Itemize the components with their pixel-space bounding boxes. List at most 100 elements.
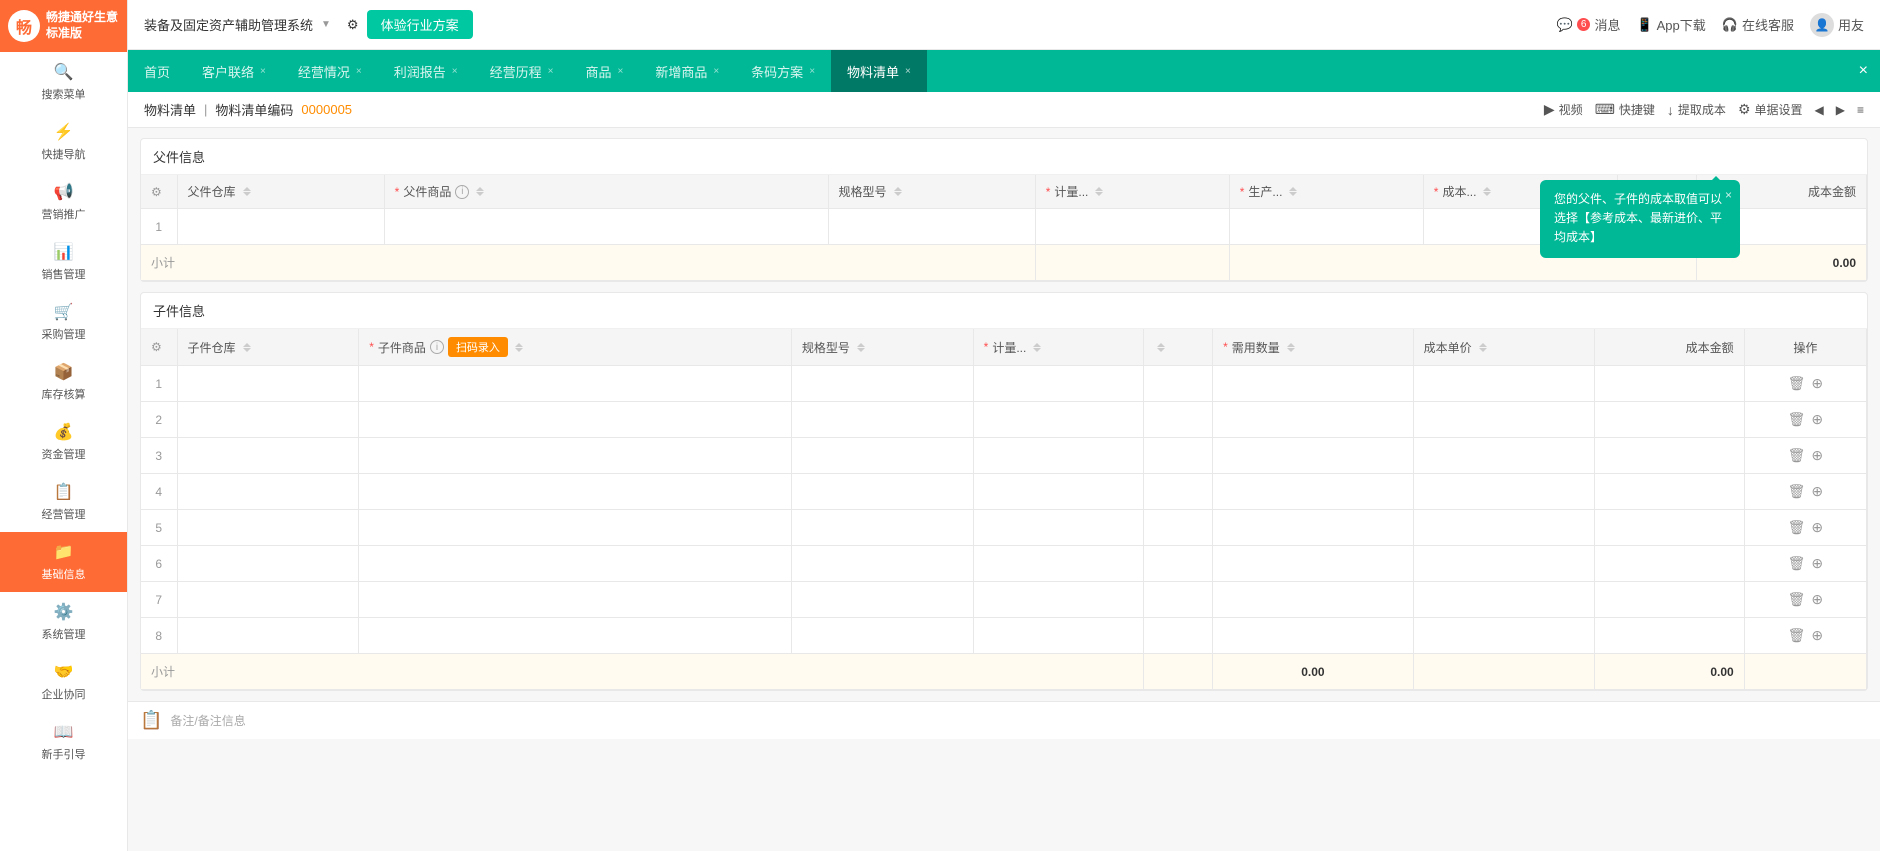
child-qty-cell[interactable]: [1213, 402, 1414, 438]
nav-tab-物料清单[interactable]: 物料清单×: [831, 50, 927, 92]
child-warehouse-cell[interactable]: [177, 402, 359, 438]
child-unit-price-cell[interactable]: [1413, 618, 1595, 654]
settings-icon[interactable]: ⚙: [347, 17, 359, 33]
parent-product-info-icon[interactable]: i: [455, 185, 469, 199]
online-service-btn[interactable]: 🎧 在线客服: [1722, 15, 1794, 34]
child-warehouse-cell[interactable]: [177, 474, 359, 510]
child-spec-cell[interactable]: [791, 366, 973, 402]
child-sort-warehouse-icon[interactable]: [243, 343, 251, 352]
parent-produce-cell[interactable]: [1229, 209, 1423, 245]
child-warehouse-cell[interactable]: [177, 510, 359, 546]
sort-warehouse-icon[interactable]: [243, 187, 251, 196]
child-qty-cell[interactable]: [1213, 438, 1414, 474]
child-spec-cell[interactable]: [791, 510, 973, 546]
message-btn[interactable]: 💬 6 消息: [1557, 15, 1621, 34]
extract-cost-btn[interactable]: ↓ 提取成本: [1667, 101, 1726, 118]
child-warehouse-cell[interactable]: [177, 438, 359, 474]
copy-row-icon[interactable]: ⊕: [1811, 411, 1823, 428]
child-product-cell[interactable]: [359, 546, 792, 582]
child-warehouse-cell[interactable]: [177, 546, 359, 582]
copy-row-icon[interactable]: ⊕: [1811, 483, 1823, 500]
nav-tab-条码方案[interactable]: 条码方案×: [735, 50, 831, 92]
layout-btn[interactable]: ≡: [1857, 103, 1864, 117]
tab-close-icon[interactable]: ×: [809, 66, 815, 77]
parent-product-cell[interactable]: [384, 209, 828, 245]
close-all-tabs-button[interactable]: ×: [1847, 62, 1880, 80]
child-warehouse-cell[interactable]: [177, 618, 359, 654]
child-product-info-icon[interactable]: i: [430, 340, 444, 354]
nav-next-btn[interactable]: ▶: [1836, 103, 1845, 117]
sidebar-item-operations[interactable]: 📋经营管理: [0, 472, 127, 532]
sort-spec-icon[interactable]: [894, 187, 902, 196]
tab-close-icon[interactable]: ×: [905, 66, 911, 77]
gear-icon[interactable]: ⚙: [151, 185, 162, 199]
child-sort-product-icon[interactable]: [515, 343, 523, 352]
delete-row-icon[interactable]: 🗑: [1788, 519, 1806, 536]
child-product-cell[interactable]: [359, 474, 792, 510]
sidebar-item-enterprise[interactable]: 🤝企业协同: [0, 652, 127, 712]
child-unit-price-cell[interactable]: [1413, 438, 1595, 474]
tab-close-icon[interactable]: ×: [548, 66, 554, 77]
sidebar-item-guide[interactable]: 📖新手引导: [0, 712, 127, 772]
child-extra-cell[interactable]: [1143, 366, 1212, 402]
tooltip-close-btn[interactable]: ×: [1725, 186, 1732, 205]
child-sort-unit-icon[interactable]: [1033, 343, 1041, 352]
delete-row-icon[interactable]: 🗑: [1788, 411, 1806, 428]
child-product-cell[interactable]: [359, 618, 792, 654]
child-spec-cell[interactable]: [791, 582, 973, 618]
child-qty-cell[interactable]: [1213, 546, 1414, 582]
sidebar-item-inventory[interactable]: 📦库存核算: [0, 352, 127, 412]
sidebar-item-marketing[interactable]: 📢营销推广: [0, 172, 127, 232]
child-qty-cell[interactable]: [1213, 474, 1414, 510]
parent-warehouse-cell[interactable]: [177, 209, 384, 245]
system-title-arrow[interactable]: ▼: [321, 19, 331, 30]
sidebar-item-sales[interactable]: 📊销售管理: [0, 232, 127, 292]
child-qty-cell[interactable]: [1213, 510, 1414, 546]
child-warehouse-cell[interactable]: [177, 366, 359, 402]
child-unit-price-cell[interactable]: [1413, 510, 1595, 546]
child-sort-spec-icon[interactable]: [857, 343, 865, 352]
nav-tab-商品[interactable]: 商品×: [569, 50, 639, 92]
child-unit-cell[interactable]: [973, 510, 1143, 546]
copy-row-icon[interactable]: ⊕: [1811, 447, 1823, 464]
sidebar-item-finance[interactable]: 💰资金管理: [0, 412, 127, 472]
scan-input-button[interactable]: 扫码录入: [448, 337, 508, 357]
tab-close-icon[interactable]: ×: [452, 66, 458, 77]
view-video-btn[interactable]: ▶ 视频: [1544, 101, 1583, 118]
child-product-cell[interactable]: [359, 510, 792, 546]
tab-close-icon[interactable]: ×: [260, 66, 266, 77]
child-qty-cell[interactable]: [1213, 618, 1414, 654]
child-qty-cell[interactable]: [1213, 582, 1414, 618]
sidebar-item-purchase[interactable]: 🛒采购管理: [0, 292, 127, 352]
tab-close-icon[interactable]: ×: [617, 66, 623, 77]
child-sort-unit-price-icon[interactable]: [1479, 343, 1487, 352]
tab-close-icon[interactable]: ×: [713, 66, 719, 77]
child-unit-cell[interactable]: [973, 402, 1143, 438]
child-spec-cell[interactable]: [791, 402, 973, 438]
sidebar-item-search[interactable]: 🔍搜索菜单: [0, 52, 127, 112]
sidebar-item-basic[interactable]: 📁基础信息: [0, 532, 127, 592]
child-qty-cell[interactable]: [1213, 366, 1414, 402]
child-spec-cell[interactable]: [791, 474, 973, 510]
child-unit-price-cell[interactable]: [1413, 402, 1595, 438]
child-extra-cell[interactable]: [1143, 546, 1212, 582]
child-unit-price-cell[interactable]: [1413, 582, 1595, 618]
child-unit-cell[interactable]: [973, 438, 1143, 474]
delete-row-icon[interactable]: 🗑: [1788, 591, 1806, 608]
child-unit-cell[interactable]: [973, 582, 1143, 618]
single-setting-btn[interactable]: ⚙ 单据设置: [1738, 101, 1803, 118]
user-btn[interactable]: 👤 用友: [1810, 13, 1864, 37]
child-extra-cell[interactable]: [1143, 510, 1212, 546]
child-unit-price-cell[interactable]: [1413, 546, 1595, 582]
child-spec-cell[interactable]: [791, 546, 973, 582]
child-warehouse-cell[interactable]: [177, 582, 359, 618]
child-sort-qty-icon[interactable]: [1287, 343, 1295, 352]
copy-row-icon[interactable]: ⊕: [1811, 375, 1823, 392]
child-sort-extra-icon[interactable]: [1157, 343, 1165, 352]
child-extra-cell[interactable]: [1143, 402, 1212, 438]
app-download-btn[interactable]: 📱 App下载: [1636, 15, 1705, 34]
child-unit-cell[interactable]: [973, 546, 1143, 582]
sidebar-item-system[interactable]: ⚙️系统管理: [0, 592, 127, 652]
child-gear-icon[interactable]: ⚙: [151, 340, 162, 354]
nav-tab-首页[interactable]: 首页: [128, 50, 186, 92]
